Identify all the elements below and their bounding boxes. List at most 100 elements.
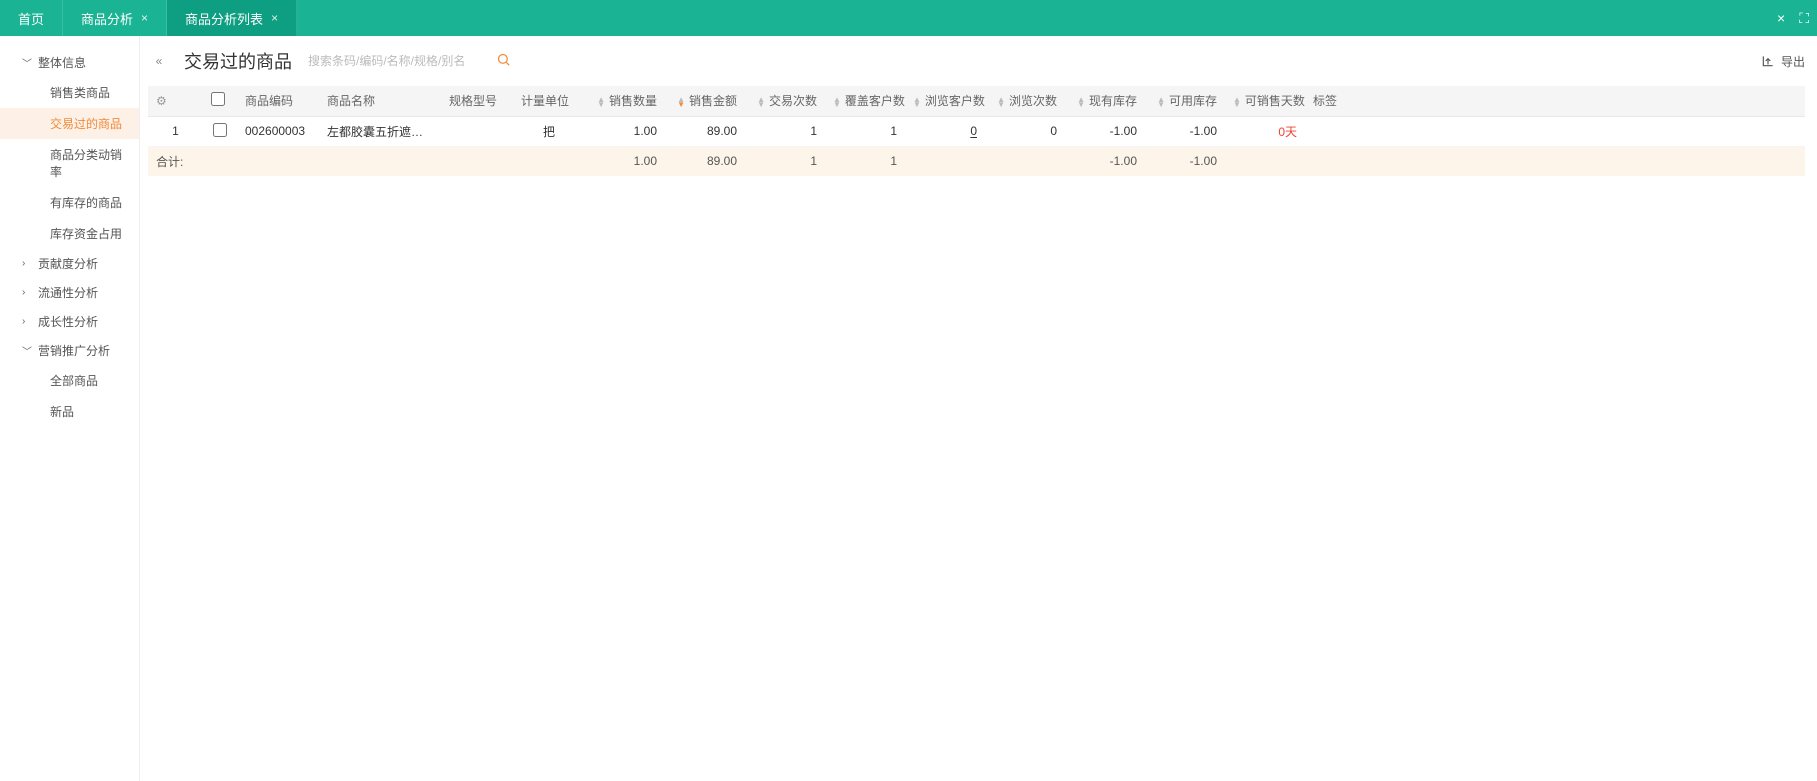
sort-icon: ▲▼ [913,97,921,107]
chevron-down-icon: ﹀ [22,55,34,70]
col-unit[interactable]: 计量单位 [513,86,585,116]
col-trades[interactable]: ▲▼交易次数 [745,86,825,116]
sidebar-item-category-rate[interactable]: 商品分类动销率 [0,139,139,187]
sidebar-section-contribution[interactable]: › 贡献度分析 [0,249,139,278]
cell-idx: 1 [148,116,203,146]
section-title: 整体信息 [38,54,86,71]
export-button[interactable]: 导出 [1761,53,1805,70]
cell-customers: 1 [825,116,905,146]
sort-icon: ▲▼ [677,97,685,107]
chevron-right-icon: › [22,316,34,327]
footer-amount: 89.00 [665,146,745,176]
col-checkbox [203,86,237,116]
sort-icon: ▲▼ [1233,97,1241,107]
cell-unit: 把 [513,116,585,146]
cell-stock: -1.00 [1065,116,1145,146]
section-title: 贡献度分析 [38,255,98,272]
search-input[interactable] [308,54,488,68]
cell-spec [441,116,513,146]
section-title: 流通性分析 [38,284,98,301]
col-amount[interactable]: ▲▼销售金额 [665,86,745,116]
tab-label: 商品分析列表 [185,9,263,28]
cell-sale-days: 0天 [1225,116,1305,146]
footer-qty: 1.00 [585,146,665,176]
footer-label: 合计: [148,146,237,176]
collapse-sidebar-button[interactable]: « [148,50,170,72]
table-area: ⚙ 商品编码 商品名称 规格型号 计量单位 ▲▼销售数量 ▲▼销售金额 ▲▼交易… [148,86,1805,781]
cell-code: 002600003 [237,116,319,146]
chevron-right-icon: › [22,287,34,298]
col-gear[interactable]: ⚙ [148,86,203,116]
footer-row: 合计: 1.00 89.00 1 1 -1.00 -1.00 [148,146,1805,176]
section-title: 营销推广分析 [38,342,110,359]
sidebar-item-all-products[interactable]: 全部商品 [0,365,139,396]
footer-stock: -1.00 [1065,146,1145,176]
footer-views [985,146,1065,176]
data-table: ⚙ 商品编码 商品名称 规格型号 计量单位 ▲▼销售数量 ▲▼销售金额 ▲▼交易… [148,86,1805,176]
col-avail-stock[interactable]: ▲▼可用库存 [1145,86,1225,116]
tab-product-analysis-list[interactable]: 商品分析列表 × [167,0,297,36]
content-area: « 交易过的商品 导出 [140,36,1817,781]
sidebar-section-liquidity[interactable]: › 流通性分析 [0,278,139,307]
sidebar-item-traded-products[interactable]: 交易过的商品 [0,108,139,139]
footer-view-customers [905,146,985,176]
cell-amount: 89.00 [665,116,745,146]
sort-icon: ▲▼ [757,97,765,107]
tab-bar: 首页 商品分析 × 商品分析列表 × × ⛶ [0,0,1817,36]
export-icon [1761,54,1775,68]
select-all-checkbox[interactable] [211,92,225,106]
table-row[interactable]: 1 002600003 左都胶囊五折遮阳伞防晒伞 把 1.00 89.00 1 … [148,116,1805,146]
footer-customers: 1 [825,146,905,176]
sort-icon: ▲▼ [597,97,605,107]
col-code[interactable]: 商品编码 [237,86,319,116]
cell-view-customers[interactable]: 0 [905,116,985,146]
cell-trades: 1 [745,116,825,146]
close-icon[interactable]: × [271,11,278,25]
sidebar-section-marketing[interactable]: ﹀ 营销推广分析 [0,336,139,365]
export-label: 导出 [1781,53,1805,70]
sort-icon: ▲▼ [1157,97,1165,107]
cell-name: 左都胶囊五折遮阳伞防晒伞 [319,116,441,146]
sidebar-item-sales-products[interactable]: 销售类商品 [0,77,139,108]
footer-sale-days [1225,146,1305,176]
cell-tags [1305,116,1805,146]
header-row: ⚙ 商品编码 商品名称 规格型号 计量单位 ▲▼销售数量 ▲▼销售金额 ▲▼交易… [148,86,1805,116]
col-spec[interactable]: 规格型号 [441,86,513,116]
col-view-customers[interactable]: ▲▼浏览客户数 [905,86,985,116]
footer-tags [1305,146,1805,176]
tab-label: 商品分析 [81,9,133,28]
col-customers[interactable]: ▲▼覆盖客户数 [825,86,905,116]
search-icon[interactable] [496,52,511,70]
col-stock[interactable]: ▲▼现有库存 [1065,86,1145,116]
sort-icon: ▲▼ [833,97,841,107]
col-qty[interactable]: ▲▼销售数量 [585,86,665,116]
close-all-icon[interactable]: × [1777,10,1785,26]
col-views[interactable]: ▲▼浏览次数 [985,86,1065,116]
sidebar-item-stock-products[interactable]: 有库存的商品 [0,187,139,218]
chevron-right-icon: › [22,258,34,269]
sidebar-item-stock-funds[interactable]: 库存资金占用 [0,218,139,249]
section-title: 成长性分析 [38,313,98,330]
sidebar: ﹀ 整体信息 销售类商品 交易过的商品 商品分类动销率 有库存的商品 库存资金占… [0,36,140,781]
cell-avail-stock: -1.00 [1145,116,1225,146]
sidebar-section-growth[interactable]: › 成长性分析 [0,307,139,336]
sidebar-item-new-products[interactable]: 新品 [0,396,139,427]
close-icon[interactable]: × [141,11,148,25]
cell-qty: 1.00 [585,116,665,146]
row-checkbox[interactable] [213,123,227,137]
gear-icon[interactable]: ⚙ [156,94,167,108]
col-name[interactable]: 商品名称 [319,86,441,116]
chevron-down-icon: ﹀ [22,343,34,358]
sidebar-section-overall[interactable]: ﹀ 整体信息 [0,48,139,77]
tab-product-analysis[interactable]: 商品分析 × [63,0,167,36]
sort-icon: ▲▼ [997,97,1005,107]
search-box [308,52,511,70]
page-title: 交易过的商品 [184,48,292,74]
fullscreen-icon[interactable]: ⛶ [1799,10,1809,27]
tabbar-actions: × ⛶ [1777,0,1809,36]
footer-trades: 1 [745,146,825,176]
content-header: « 交易过的商品 导出 [148,48,1805,74]
col-sale-days[interactable]: ▲▼可销售天数 [1225,86,1305,116]
tab-home[interactable]: 首页 [0,0,63,36]
col-tags[interactable]: 标签 [1305,86,1805,116]
